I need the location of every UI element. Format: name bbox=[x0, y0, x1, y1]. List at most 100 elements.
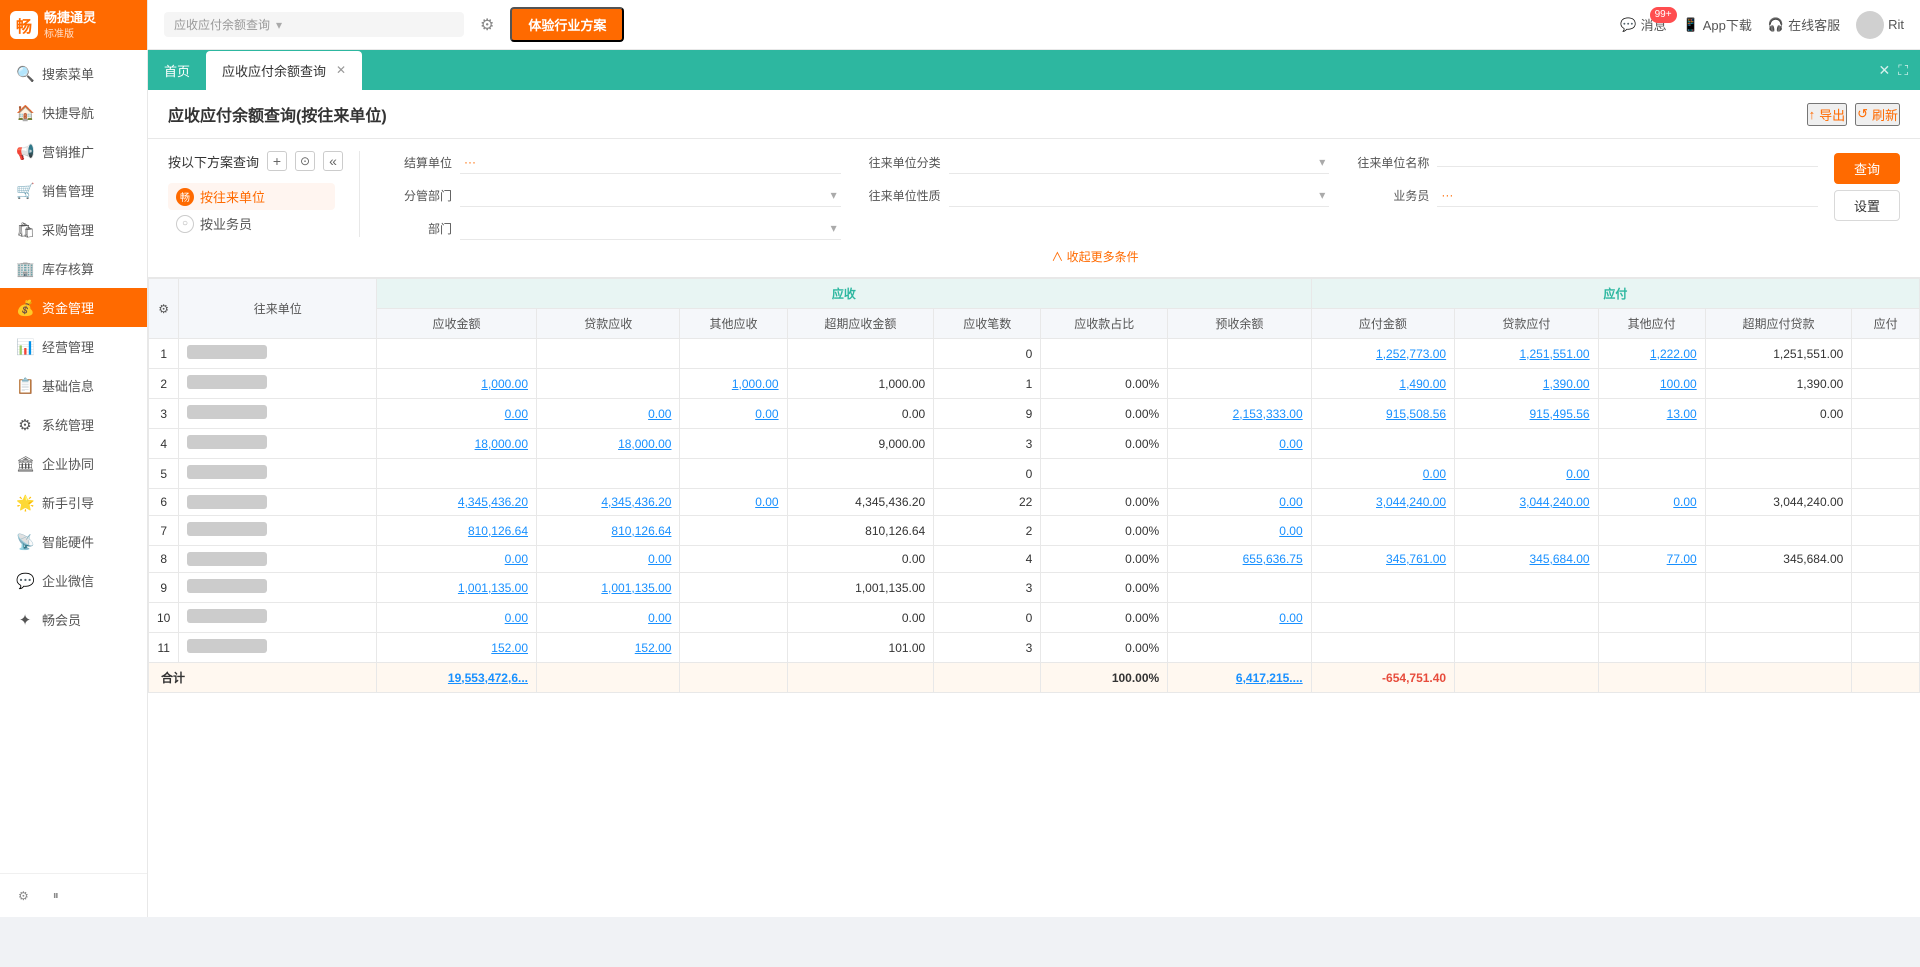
sidebar: 畅 畅捷通灵 标准版 🔍 搜索菜单 🏠 快捷导航 📢 营销推广 🛒 销售管理 🛍… bbox=[0, 0, 148, 917]
export-button[interactable]: ↑ 导出 bbox=[1807, 103, 1848, 126]
sidebar-item-guide[interactable]: 🌟 新手引导 bbox=[0, 483, 147, 522]
sidebar-item-label: 企业协同 bbox=[42, 454, 94, 473]
col-daikuan-yingshou: 贷款应收 bbox=[537, 309, 680, 339]
wanglai-fen-input[interactable]: ▾ bbox=[949, 151, 1330, 174]
base-icon: 📋 bbox=[16, 377, 34, 395]
filter-settings-icon[interactable]: ⊙ bbox=[295, 151, 315, 171]
jiesuan-dots: ··· bbox=[464, 155, 476, 169]
sidebar-item-quick[interactable]: 🏠 快捷导航 bbox=[0, 93, 147, 132]
table-row: 30.000.000.000.0090.00%2,153,333.00915,5… bbox=[149, 399, 1920, 429]
hardware-icon: 📡 bbox=[16, 533, 34, 551]
logo-icon: 畅 bbox=[10, 11, 38, 39]
query-button[interactable]: 查询 bbox=[1834, 153, 1900, 184]
partner-cell bbox=[179, 339, 377, 369]
sidebar-item-finance[interactable]: 💰 资金管理 bbox=[0, 288, 147, 327]
scheme-partner[interactable]: 畅 按往来单位 bbox=[168, 183, 335, 210]
filter-inputs: 结算单位 ··· 往来单位分类 ▾ 往来单位名称 bbox=[372, 151, 1818, 269]
headset-icon: 🎧 bbox=[1768, 17, 1784, 33]
table-row: 91,001,135.001,001,135.001,001,135.0030.… bbox=[149, 573, 1920, 603]
sidebar-item-search[interactable]: 🔍 搜索菜单 bbox=[0, 54, 147, 93]
sidebar-item-wechat[interactable]: 💬 企业微信 bbox=[0, 561, 147, 600]
tab-close-icon[interactable]: ✕ bbox=[336, 63, 346, 77]
page-title: 应收应付余额查询(按往来单位) bbox=[168, 102, 387, 126]
total-label: 合计 bbox=[149, 663, 377, 693]
bumen-arrow: ▾ bbox=[831, 221, 837, 235]
col-zhangbi: 应收款占比 bbox=[1041, 309, 1168, 339]
filter-fengguan: 分管部门 ▾ bbox=[372, 184, 841, 207]
marketing-icon: 📢 bbox=[16, 143, 34, 161]
refresh-button[interactable]: ↺ 刷新 bbox=[1855, 103, 1900, 126]
service-button[interactable]: 🎧 在线客服 bbox=[1768, 15, 1840, 34]
user-name: Rit bbox=[1888, 17, 1904, 32]
maximize-window-icon[interactable]: ⛶ bbox=[1898, 62, 1908, 79]
fengguan-label: 分管部门 bbox=[372, 187, 452, 204]
topbar-breadcrumb: 应收应付余额查询 ▾ bbox=[164, 12, 464, 37]
bumen-input[interactable]: ▾ bbox=[460, 217, 841, 240]
sidebar-item-label: 系统管理 bbox=[42, 415, 94, 434]
scheme-salesperson-label: 按业务员 bbox=[200, 214, 252, 233]
sidebar-item-base[interactable]: 📋 基础信息 bbox=[0, 366, 147, 405]
partner-cell bbox=[179, 516, 377, 546]
col-chaoqi-yingfu: 超期应付贷款 bbox=[1705, 309, 1852, 339]
col-qita-yingshou: 其他应收 bbox=[680, 309, 787, 339]
setting-button[interactable]: 设置 bbox=[1834, 190, 1900, 221]
sidebar-footer: ⚙ ⏸ bbox=[0, 873, 147, 917]
col-yingfu2: 应付 bbox=[1852, 309, 1920, 339]
sidebar-item-label: 营销推广 bbox=[42, 142, 94, 161]
logo-sub: 标准版 bbox=[44, 25, 96, 40]
total-yushou[interactable]: 6,417,215.... bbox=[1168, 663, 1311, 693]
scheme-salesperson[interactable]: ○ 按业务员 bbox=[168, 210, 335, 237]
sidebar-item-corp[interactable]: 🏛 企业协同 bbox=[0, 444, 147, 483]
wanglai-fen-arrow: ▾ bbox=[1319, 155, 1325, 169]
jiesuan-label: 结算单位 bbox=[372, 154, 452, 171]
promo-button[interactable]: 体验行业方案 bbox=[510, 7, 624, 42]
total-yingshou[interactable]: 19,553,472,6... bbox=[377, 663, 537, 693]
filter-scheme: 畅 按往来单位 ○ 按业务员 bbox=[168, 183, 335, 237]
action-buttons: 查询 设置 bbox=[1834, 151, 1900, 221]
corp-icon: 🏛 bbox=[16, 455, 34, 473]
wanglai-xing-arrow: ▾ bbox=[1319, 188, 1325, 202]
yewu-input[interactable]: ··· bbox=[1437, 184, 1818, 207]
sidebar-item-system[interactable]: ⚙ 系统管理 bbox=[0, 405, 147, 444]
fengguan-input[interactable]: ▾ bbox=[460, 184, 841, 207]
fengguan-arrow: ▾ bbox=[831, 188, 837, 202]
tab-arquery[interactable]: 应收应付余额查询 ✕ bbox=[206, 51, 362, 90]
table-row: 7810,126.64810,126.64810,126.6420.00%0.0… bbox=[149, 516, 1920, 546]
partner-cell bbox=[179, 573, 377, 603]
filter-jiesuan: 结算单位 ··· bbox=[372, 151, 841, 174]
topbar-right: 💬 消息 99+ 📱 App下载 🎧 在线客服 Rit bbox=[1620, 11, 1904, 39]
collapse-btn[interactable]: ⏸ bbox=[45, 884, 67, 907]
breadcrumb-text: 应收应付余额查询 bbox=[174, 16, 270, 33]
close-window-icon[interactable]: ✕ bbox=[1878, 62, 1890, 79]
table-area[interactable]: ⚙ 往来单位 应收 应付 应收金额 贷款应 bbox=[148, 278, 1920, 917]
service-label: 在线客服 bbox=[1788, 15, 1840, 34]
filter-collapse-icon[interactable]: « bbox=[323, 151, 343, 171]
sidebar-item-vip[interactable]: ✦ 畅会员 bbox=[0, 600, 147, 639]
wanglai-xing-input[interactable]: ▾ bbox=[949, 184, 1330, 207]
collapse-more-button[interactable]: ∧ 收起更多条件 bbox=[372, 244, 1818, 269]
filter-row-1: 结算单位 ··· 往来单位分类 ▾ 往来单位名称 bbox=[372, 151, 1818, 240]
app-download-button[interactable]: 📱 App下载 bbox=[1683, 15, 1752, 34]
sidebar-item-hardware[interactable]: 📡 智能硬件 bbox=[0, 522, 147, 561]
table-row: 500.000.00 bbox=[149, 459, 1920, 489]
partner-cell: ^ bbox=[179, 489, 377, 516]
col-settings-header[interactable]: ⚙ bbox=[149, 279, 179, 339]
wanglai-name-input[interactable] bbox=[1437, 158, 1818, 167]
jiesuan-input[interactable]: ··· bbox=[460, 151, 841, 174]
sidebar-item-label: 采购管理 bbox=[42, 220, 94, 239]
scheme-partner-label: 按往来单位 bbox=[200, 187, 265, 206]
sidebar-item-purchase[interactable]: 🛍 采购管理 bbox=[0, 210, 147, 249]
gear-icon[interactable]: ⚙ bbox=[476, 11, 498, 39]
add-filter-button[interactable]: + bbox=[267, 151, 287, 171]
tab-arquery-label: 应收应付余额查询 bbox=[222, 61, 326, 80]
settings-btn[interactable]: ⚙ bbox=[10, 885, 37, 907]
user-profile[interactable]: Rit bbox=[1856, 11, 1904, 39]
tab-home[interactable]: 首页 bbox=[148, 51, 206, 90]
sidebar-item-marketing[interactable]: 📢 营销推广 bbox=[0, 132, 147, 171]
table-row: 21,000.001,000.001,000.0010.00%1,490.001… bbox=[149, 369, 1920, 399]
col-yingfu-jin: 应付金额 bbox=[1311, 309, 1454, 339]
message-button[interactable]: 💬 消息 99+ bbox=[1620, 15, 1666, 34]
sidebar-item-sales[interactable]: 🛒 销售管理 bbox=[0, 171, 147, 210]
sidebar-item-inventory[interactable]: 🏢 库存核算 bbox=[0, 249, 147, 288]
sidebar-item-operation[interactable]: 📊 经营管理 bbox=[0, 327, 147, 366]
